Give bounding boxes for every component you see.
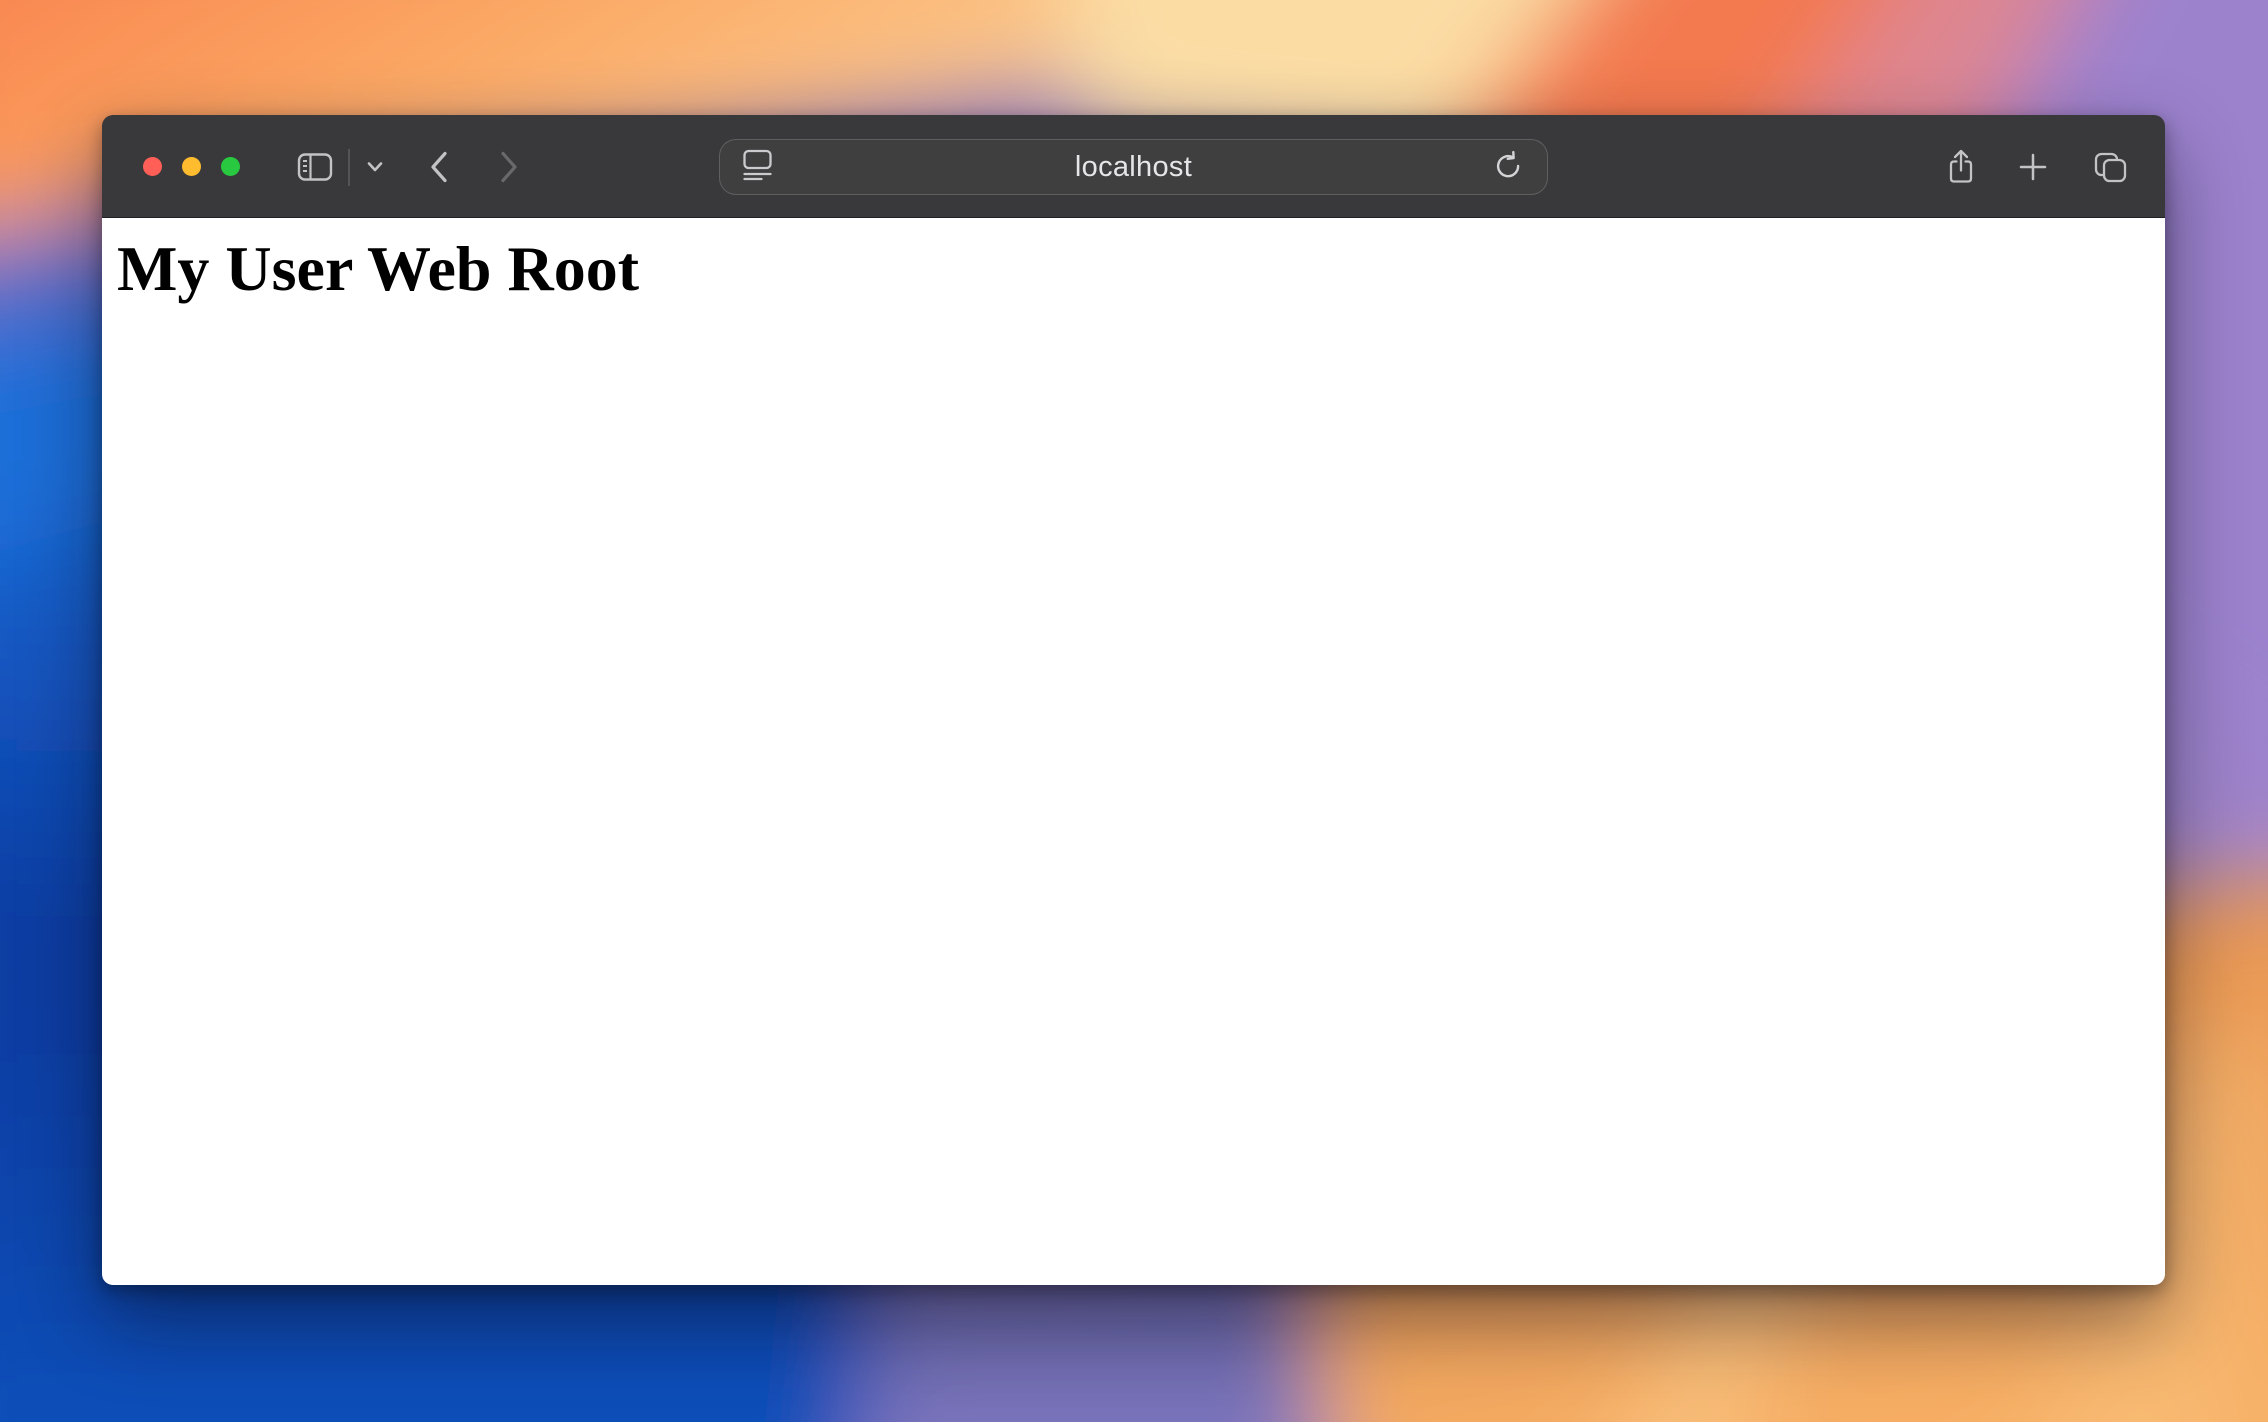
close-button[interactable]	[143, 157, 162, 176]
tab-group-menu-button[interactable]	[361, 155, 390, 179]
share-icon	[1946, 148, 1977, 187]
sidebar-icon	[297, 152, 333, 182]
page-settings-button[interactable]	[742, 148, 773, 186]
page-content: My User Web Root	[102, 218, 2165, 1285]
forward-icon	[500, 151, 519, 183]
toolbar-divider	[348, 149, 350, 186]
forward-button[interactable]	[494, 145, 525, 189]
chevron-down-icon	[367, 161, 384, 173]
address-bar[interactable]: localhost	[719, 139, 1548, 195]
reload-icon	[1493, 151, 1523, 181]
tab-overview-button[interactable]	[2087, 145, 2134, 190]
maximize-button[interactable]	[221, 157, 240, 176]
page-settings-icon	[742, 148, 773, 181]
reload-button[interactable]	[1489, 147, 1527, 188]
url-text: localhost	[1075, 151, 1192, 184]
browser-toolbar: localhost	[102, 115, 2165, 218]
sidebar-toggle-button[interactable]	[291, 146, 339, 188]
page-heading: My User Web Root	[102, 218, 2165, 308]
share-button[interactable]	[1940, 142, 1983, 193]
minimize-button[interactable]	[182, 157, 201, 176]
back-icon	[430, 151, 449, 183]
back-button[interactable]	[424, 145, 455, 189]
window-controls	[143, 157, 240, 176]
browser-window: localhost	[102, 115, 2165, 1285]
tab-overview-icon	[2093, 151, 2128, 184]
new-tab-button[interactable]	[2012, 146, 2054, 188]
plus-icon	[2018, 152, 2048, 182]
